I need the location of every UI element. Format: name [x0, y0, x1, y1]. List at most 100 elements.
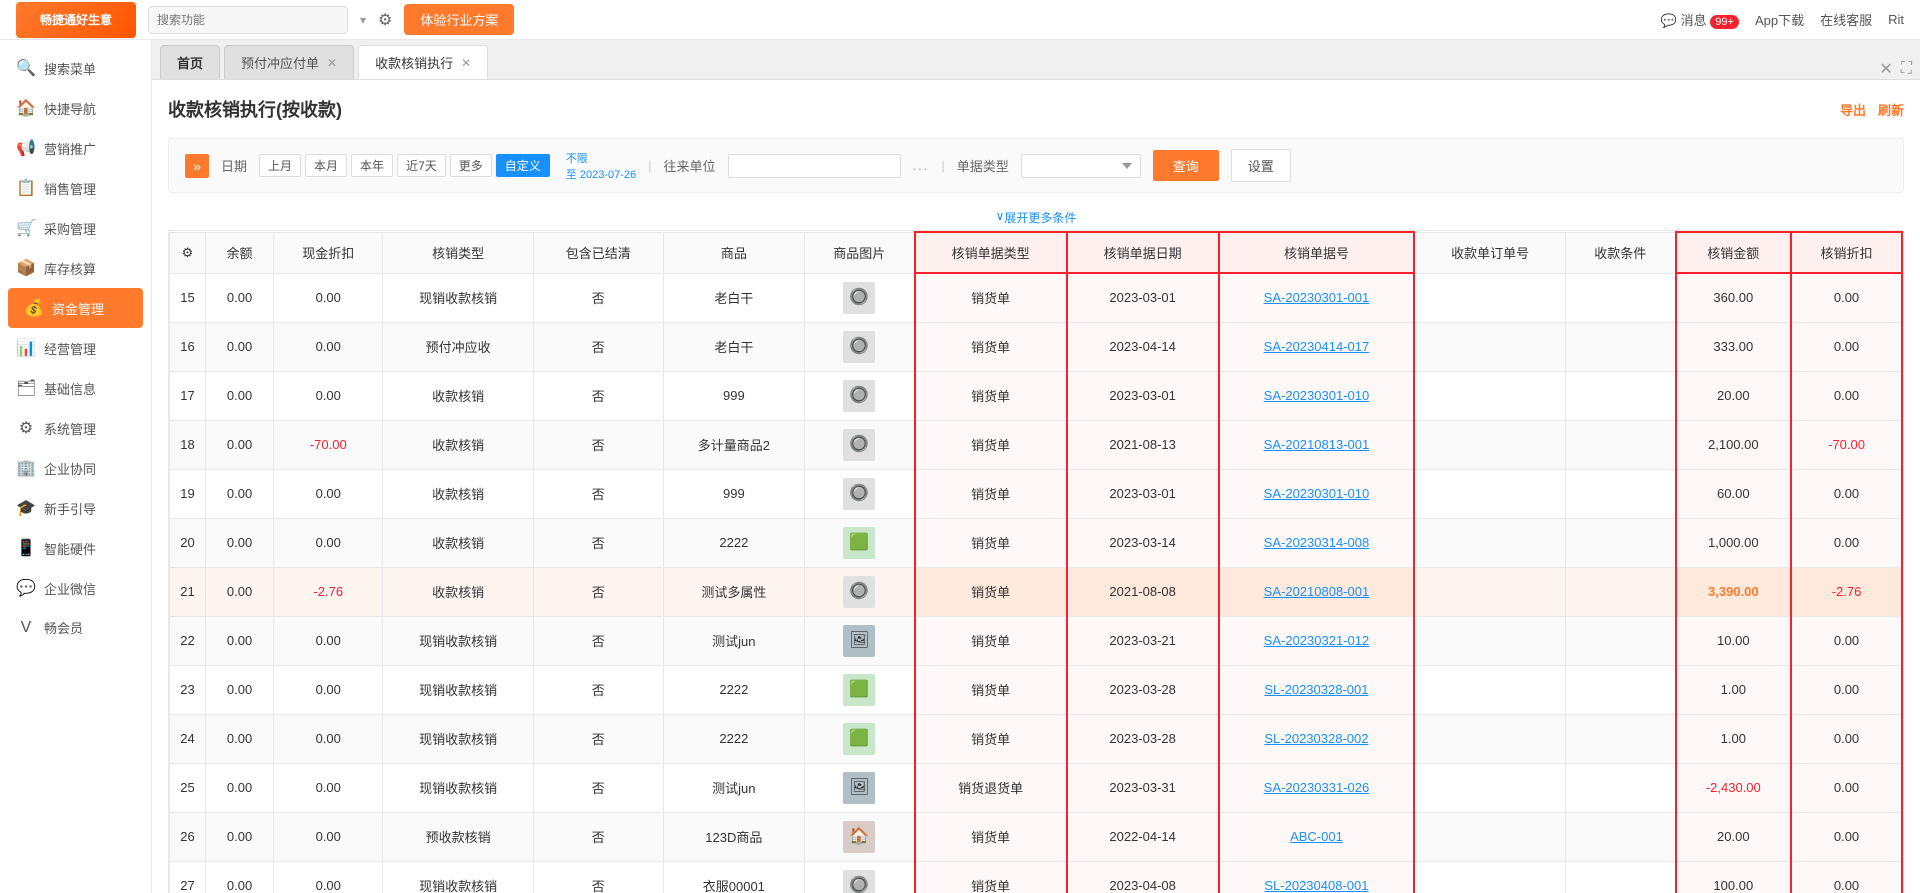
sidebar-item-member[interactable]: V 畅会员: [0, 608, 151, 647]
cell-seq: 22: [170, 616, 206, 665]
th-included-cleared: 包含已结清: [533, 232, 663, 273]
th-receipt-condition: 收款条件: [1565, 232, 1675, 273]
sidebar-item-inventory[interactable]: 📦 库存核算: [0, 248, 151, 288]
bill-type-select[interactable]: [1021, 154, 1141, 178]
sidebar-item-marketing[interactable]: 📢 营销推广: [0, 128, 151, 168]
cell-included-cleared: 否: [533, 420, 663, 469]
query-btn[interactable]: 查询: [1153, 150, 1219, 181]
sidebar-item-search[interactable]: 🔍 搜索菜单: [0, 48, 151, 88]
cell-nuke-bill-no[interactable]: SA-20230414-017: [1219, 322, 1415, 371]
cell-nuke-bill-no[interactable]: SL-20230328-002: [1219, 714, 1415, 763]
cell-nuke-bill-no[interactable]: SL-20230408-001: [1219, 861, 1415, 893]
cell-nuke-type: 现销收款核销: [383, 763, 533, 812]
page-title-text: 收款核销执行(按收款): [168, 96, 342, 122]
cell-balance: 0.00: [206, 665, 274, 714]
tab-home[interactable]: 首页: [160, 45, 220, 79]
cell-balance: 0.00: [206, 616, 274, 665]
cell-goods: 衣服00001: [663, 861, 804, 893]
sidebar-item-purchase[interactable]: 🛒 采购管理: [0, 208, 151, 248]
cell-nuke-type: 预收款核销: [383, 812, 533, 861]
cell-goods-img: 🟩: [805, 518, 915, 567]
cell-nuke-bill-no[interactable]: SA-20230301-001: [1219, 273, 1415, 322]
tab-prepay[interactable]: 预付冲应付单 ✕: [224, 45, 354, 79]
date-more-btn[interactable]: 更多: [450, 154, 492, 177]
cell-nuke-amount: -2,430.00: [1676, 763, 1791, 812]
message-area[interactable]: 💬 消息 99+: [1661, 10, 1739, 29]
partner-label: 往来单位: [664, 156, 716, 175]
sidebar-item-hardware[interactable]: 📱 智能硬件: [0, 528, 151, 568]
cell-goods-img: 🔘: [805, 322, 915, 371]
cell-nuke-amount: 2,100.00: [1676, 420, 1791, 469]
sidebar-label: 企业协同: [44, 459, 96, 478]
date-this-month-btn[interactable]: 本月: [305, 154, 347, 177]
cell-nuke-bill-no[interactable]: SA-20230301-010: [1219, 371, 1415, 420]
sidebar-item-wechat[interactable]: 💬 企业微信: [0, 568, 151, 608]
cell-nuke-type: 现销收款核销: [383, 273, 533, 322]
cell-nuke-bill-no[interactable]: SA-20210808-001: [1219, 567, 1415, 616]
member-icon: V: [16, 619, 36, 637]
cell-nuke-bill-no[interactable]: SA-20230301-010: [1219, 469, 1415, 518]
sidebar-item-operations[interactable]: 📊 经营管理: [0, 328, 151, 368]
message-badge: 99+: [1710, 15, 1739, 29]
cell-nuke-bill-no[interactable]: SA-20230331-026: [1219, 763, 1415, 812]
date-custom-btn[interactable]: 自定义: [496, 154, 550, 177]
tab-receipt[interactable]: 收款核销执行 ✕: [358, 45, 488, 79]
cell-nuke-discount: 0.00: [1791, 616, 1902, 665]
goods-image-icon: 🖼: [843, 625, 875, 657]
settings-btn[interactable]: 设置: [1231, 149, 1291, 182]
th-gear[interactable]: ⚙: [170, 232, 206, 273]
sidebar-item-system[interactable]: ⚙ 系统管理: [0, 408, 151, 448]
expand-more-btn[interactable]: ∨ 展开更多条件: [168, 205, 1904, 230]
cell-goods-img: 🔘: [805, 567, 915, 616]
cell-goods: 2222: [663, 714, 804, 763]
cell-nuke-amount: 60.00: [1676, 469, 1791, 518]
search-icon: 🔍: [16, 58, 36, 78]
tab-expand-icon[interactable]: ⛶: [1901, 60, 1912, 78]
sidebar-item-guide[interactable]: 🎓 新手引导: [0, 488, 151, 528]
sidebar-item-enterprise[interactable]: 🏢 企业协同: [0, 448, 151, 488]
cart-icon: 🛒: [16, 218, 36, 238]
sidebar-label: 畅会员: [44, 618, 83, 637]
cell-nuke-bill-no[interactable]: SA-20230314-008: [1219, 518, 1415, 567]
th-nuke-discount: 核销折扣: [1791, 232, 1902, 273]
th-goods: 商品: [663, 232, 804, 273]
industry-btn[interactable]: 体验行业方案: [404, 4, 514, 35]
sidebar-item-quicknav[interactable]: 🏠 快捷导航: [0, 88, 151, 128]
cell-cash-discount: 0.00: [274, 322, 383, 371]
cell-receipt-order-no: [1414, 567, 1565, 616]
cell-nuke-bill-no[interactable]: SA-20230321-012: [1219, 616, 1415, 665]
export-btn[interactable]: 导出: [1840, 100, 1866, 119]
cell-nuke-bill-no[interactable]: SL-20230328-001: [1219, 665, 1415, 714]
cell-cash-discount: 0.00: [274, 273, 383, 322]
search-input[interactable]: [148, 6, 348, 34]
tab-close-all-icon[interactable]: ✕: [1879, 59, 1892, 79]
settings-gear-icon[interactable]: ⚙: [378, 10, 392, 30]
cell-included-cleared: 否: [533, 371, 663, 420]
expand-more-icon: ∨: [996, 209, 1005, 226]
cell-nuke-bill-no[interactable]: ABC-001: [1219, 812, 1415, 861]
user-name[interactable]: Rit: [1888, 12, 1904, 27]
sidebar-item-finance[interactable]: 💰 资金管理: [8, 288, 143, 328]
sidebar-item-sales[interactable]: 📋 销售管理: [0, 168, 151, 208]
cell-goods-img: 🟩: [805, 714, 915, 763]
online-service-link[interactable]: 在线客服: [1820, 10, 1872, 29]
filter-expand-btn[interactable]: »: [185, 154, 209, 178]
cell-goods: 测试多属性: [663, 567, 804, 616]
dropdown-chevron-icon[interactable]: ▾: [360, 13, 366, 27]
sales-icon: 📋: [16, 178, 36, 198]
partner-input[interactable]: [728, 154, 901, 178]
date-7days-btn[interactable]: 近7天: [397, 154, 446, 177]
goods-image-icon: 🔘: [843, 478, 875, 510]
page-title-area: 收款核销执行(按收款) 导出 刷新: [168, 96, 1904, 122]
tab-prepay-close-icon[interactable]: ✕: [327, 56, 337, 70]
cell-nuke-bill-no[interactable]: SA-20210813-001: [1219, 420, 1415, 469]
cell-goods: 老白干: [663, 322, 804, 371]
tab-receipt-close-icon[interactable]: ✕: [461, 56, 471, 70]
date-last-month-btn[interactable]: 上月: [259, 154, 301, 177]
refresh-btn[interactable]: 刷新: [1878, 100, 1904, 119]
cell-seq: 20: [170, 518, 206, 567]
date-this-year-btn[interactable]: 本年: [351, 154, 393, 177]
sidebar-item-basic[interactable]: 🗂 基础信息: [0, 368, 151, 408]
sidebar-label: 企业微信: [44, 579, 96, 598]
app-download-link[interactable]: App下载: [1755, 10, 1804, 29]
